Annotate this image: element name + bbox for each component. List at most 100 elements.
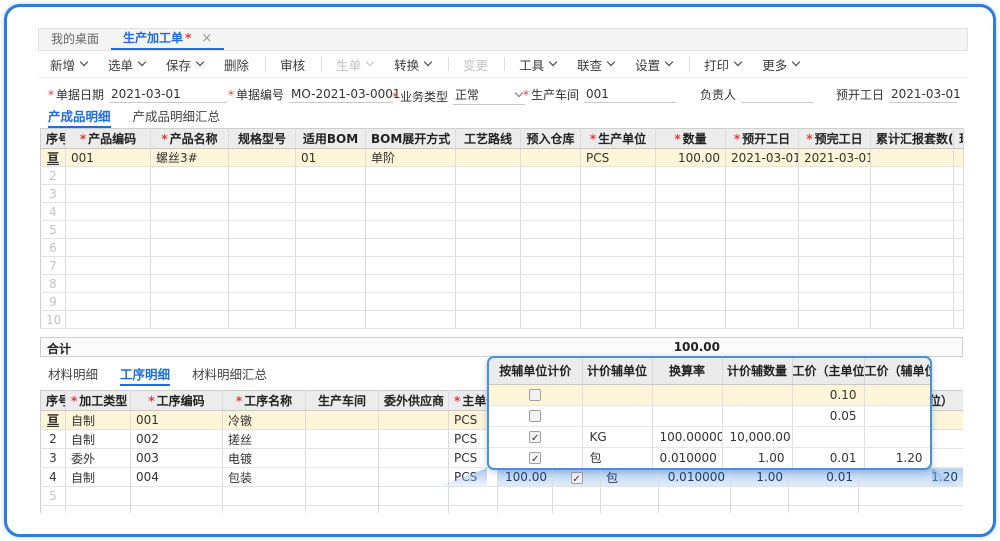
cell-process-name[interactable]: 包装 (222, 467, 306, 487)
cell-process-code[interactable]: 001 (130, 410, 223, 430)
cell-rate[interactable]: 100.000000 (652, 426, 723, 448)
save-button[interactable]: 保存 (166, 55, 204, 74)
cell (798, 166, 871, 185)
cell-end-date[interactable]: 2021-03-01 (798, 148, 871, 167)
checkbox-checked[interactable]: ✓ (529, 452, 542, 465)
cell-rate[interactable]: 0.010000 (652, 447, 723, 468)
cell[interactable] (378, 448, 449, 468)
pick-order-button[interactable]: 选单 (108, 55, 146, 74)
cell-price-aux[interactable]: 1.20 (864, 447, 930, 468)
cell[interactable] (870, 148, 954, 167)
cell-aux-unit[interactable] (582, 384, 653, 406)
cell-process-code[interactable]: 004 (130, 467, 223, 487)
cell-start-date[interactable]: 2021-03-01 (725, 148, 799, 167)
cell-aux-pricing[interactable]: ✓ (489, 426, 583, 448)
current-row-cell[interactable]: 亘 (40, 410, 66, 430)
cell-aux-unit[interactable]: 包 (582, 447, 653, 468)
cell-process-name[interactable]: 搓丝 (222, 429, 306, 449)
current-row-cell[interactable]: 亘 (40, 148, 66, 167)
cell-aux-qty[interactable]: 1.00 (722, 447, 793, 468)
cell-price-aux[interactable] (864, 405, 930, 427)
link-query-button[interactable]: 联查 (577, 55, 615, 74)
tab-product-summary[interactable]: 产成品明细汇总 (133, 106, 221, 128)
cell[interactable] (378, 467, 449, 487)
cell[interactable] (305, 410, 379, 430)
cell-price-aux[interactable] (864, 384, 930, 406)
cell-price-main[interactable] (792, 426, 865, 448)
tab-material-detail[interactable]: 材料明细 (48, 364, 98, 386)
cell-process-code[interactable]: 002 (130, 429, 223, 449)
cell[interactable] (953, 148, 964, 167)
cell-price-main[interactable]: 0.10 (792, 384, 865, 406)
cell-unit[interactable]: PCS (580, 148, 656, 167)
cell-rate[interactable] (652, 405, 723, 427)
cell-process-name[interactable]: 电镀 (222, 448, 306, 468)
cell-product-name[interactable]: 螺丝3# (150, 148, 229, 167)
cell-process-type[interactable]: 委外 (65, 448, 131, 468)
cell-aux-unit[interactable] (582, 405, 653, 427)
close-tab-icon[interactable]: × (201, 28, 212, 49)
cell-price-main[interactable]: 0.01 (788, 467, 859, 487)
cell[interactable] (455, 148, 521, 167)
checkbox-checked[interactable]: ✓ (570, 471, 583, 484)
cell (65, 202, 151, 221)
cell-aux-pricing[interactable] (489, 384, 583, 406)
cell-qty[interactable]: 100.00 (655, 148, 726, 167)
cell-bom-mode[interactable]: 单阶 (365, 148, 456, 167)
product-tabs: 产成品明细 产成品明细汇总 (48, 106, 220, 128)
tab-product-detail[interactable]: 产成品明细 (48, 106, 111, 128)
tab-production-order[interactable]: 生产加工单 * × (111, 28, 225, 50)
planned-start-date-input[interactable]: 2021-03-01 (889, 87, 961, 103)
business-type-select[interactable]: 正常 (453, 86, 526, 105)
cell-process-type[interactable]: 自制 (65, 429, 131, 449)
cell-aux-unit[interactable]: KG (582, 426, 653, 448)
cell-qty[interactable]: 100.00 (497, 467, 553, 487)
tab-process-detail[interactable]: 工序明细 (120, 364, 171, 386)
cell-aux-qty[interactable] (722, 405, 793, 427)
cell-unit[interactable]: PCS (448, 467, 498, 487)
doc-date-input[interactable]: 2021-03-01 (109, 87, 228, 103)
audit-button[interactable]: 审核 (280, 55, 305, 74)
cell[interactable] (228, 148, 296, 167)
cell-process-type[interactable]: 自制 (65, 410, 131, 430)
person-in-charge-input[interactable] (741, 101, 814, 103)
print-button[interactable]: 打印 (704, 55, 742, 74)
cell-process-type[interactable]: 自制 (65, 467, 131, 487)
doc-number-input[interactable]: MO-2021-03-0001 (289, 87, 401, 103)
checkbox-checked[interactable]: ✓ (529, 431, 542, 444)
cell-price-aux[interactable]: 1.20 (858, 467, 963, 487)
cell[interactable] (305, 467, 379, 487)
workshop-input[interactable]: 001 (584, 87, 677, 103)
tools-button[interactable]: 工具 (519, 55, 557, 74)
checkbox-unchecked[interactable] (529, 410, 542, 422)
cell-product-code[interactable]: 001 (65, 148, 151, 167)
cell-aux-pricing[interactable] (489, 405, 583, 427)
more-button[interactable]: 更多 (762, 55, 800, 74)
tab-my-desktop[interactable]: 我的桌面 (39, 29, 111, 50)
cell-price-aux[interactable] (864, 426, 930, 448)
cell-aux-qty[interactable]: 10,000.00 (722, 426, 793, 448)
cell-rate[interactable] (652, 384, 723, 406)
convert-button[interactable]: 转换 (394, 55, 432, 74)
cell-process-code[interactable]: 003 (130, 448, 223, 468)
cell-price-main[interactable]: 0.01 (792, 447, 865, 468)
cell-aux-unit[interactable]: 包 (600, 467, 659, 487)
cell[interactable] (520, 148, 581, 167)
cell-bom[interactable]: 01 (295, 148, 366, 167)
cell-price-main[interactable]: 0.05 (792, 405, 865, 427)
tab-material-summary[interactable]: 材料明细汇总 (192, 364, 267, 386)
cell-aux-qty[interactable]: 1.00 (730, 467, 789, 487)
cell[interactable] (378, 429, 449, 449)
new-button[interactable]: 新增 (50, 55, 88, 74)
cell[interactable] (305, 448, 379, 468)
checkbox-unchecked[interactable] (529, 389, 542, 401)
cell-aux-pricing[interactable]: ✓ (552, 467, 601, 487)
cell-aux-qty[interactable] (722, 384, 793, 406)
cell-process-name[interactable]: 冷镦 (222, 410, 306, 430)
cell-rate[interactable]: 0.010000 (658, 467, 731, 487)
cell[interactable] (378, 410, 449, 430)
settings-button[interactable]: 设置 (635, 55, 673, 74)
cell[interactable] (305, 429, 379, 449)
cell-aux-pricing[interactable]: ✓ (489, 447, 583, 468)
delete-button[interactable]: 删除 (224, 55, 249, 74)
